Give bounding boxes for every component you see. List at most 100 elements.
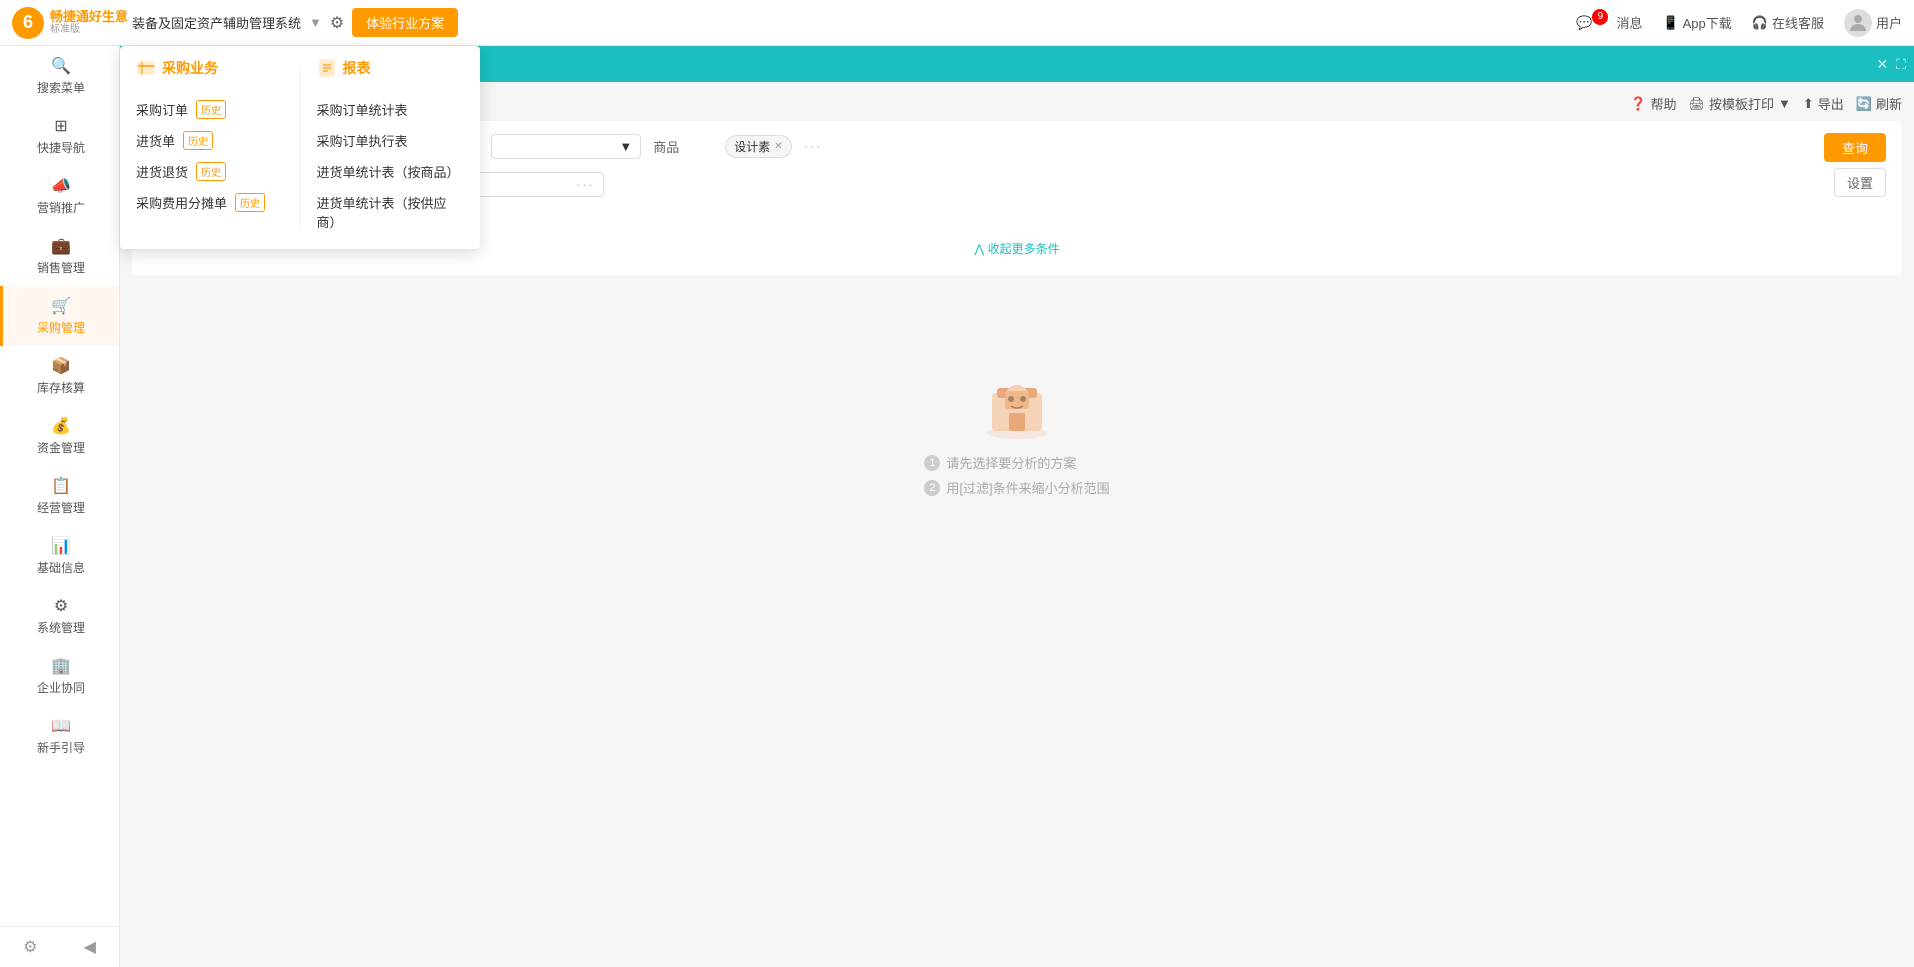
chart-icon: 📊 <box>51 536 71 556</box>
sidebar-label-enterprise: 企业协同 <box>37 679 85 696</box>
sidebar-item-system[interactable]: ⚙ 系统管理 <box>0 586 119 646</box>
sidebar-label-basic: 基础信息 <box>37 559 85 576</box>
sidebar-label-marketing: 营销推广 <box>37 199 85 216</box>
enterprise-icon: 🏢 <box>51 656 71 676</box>
collapse-label: 收起更多条件 <box>988 242 1060 256</box>
megaphone-icon: 📣 <box>51 176 71 196</box>
message-item[interactable]: 💬 9 消息 <box>1576 13 1642 32</box>
dropdown-item-report-2[interactable]: 采购订单执行表 <box>317 125 465 156</box>
collapse-sidebar-icon[interactable]: ◀ <box>84 937 96 957</box>
sidebar-label-search: 搜索菜单 <box>37 79 85 96</box>
purchase-dropdown-menu: 采购业务 采购订单 历史 进货单 历史 进货退货 历史 <box>120 46 480 249</box>
purchase-col-title: 采购业务 <box>162 58 218 78</box>
status-arrow: ▼ <box>619 139 632 154</box>
sidebar-item-sales[interactable]: 💼 销售管理 <box>0 226 119 286</box>
app-download-item[interactable]: 📱 App下载 <box>1662 13 1731 32</box>
sidebar: 🔍 搜索菜单 ⊞ 快捷导航 📣 营销推广 💼 销售管理 🛒 采购管理 📦 库存核… <box>0 46 120 967</box>
message-icon: 💬 <box>1576 15 1592 31</box>
sidebar-item-marketing[interactable]: 📣 营销推广 <box>0 166 119 226</box>
message-badge: 9 <box>1592 9 1608 25</box>
dropdown-columns: 采购业务 采购订单 历史 进货单 历史 进货退货 历史 <box>120 58 480 237</box>
system-icon: ⚙ <box>54 596 68 616</box>
hint2-text: 用[过滤]条件来缩小分析范围 <box>946 478 1109 497</box>
report-1-label: 采购订单统计表 <box>317 100 408 119</box>
empty-state: 1 请先选择要分析的方案 2 用[过滤]条件来缩小分析范围 <box>132 283 1902 577</box>
user-avatar <box>1844 9 1872 37</box>
print-label: 按模板打印 <box>1709 94 1774 113</box>
query-button[interactable]: 查询 <box>1824 133 1886 162</box>
dropdown-item-purchase-receipt[interactable]: 进货单 历史 <box>136 125 284 156</box>
fullscreen-icon[interactable]: ⛶ <box>1896 56 1906 73</box>
sidebar-label-funds: 资金管理 <box>37 439 85 456</box>
sidebar-item-funds[interactable]: 💰 资金管理 <box>0 406 119 466</box>
hint-1: 1 请先选择要分析的方案 <box>924 453 1076 472</box>
sidebar-item-search[interactable]: 🔍 搜索菜单 <box>0 46 119 106</box>
close-window-icon[interactable]: ✕ <box>1876 56 1888 73</box>
content-area: 首页 销售排行榜 ✕ ✕ ⛶ ❓ 帮助 🖨 按模板打印 <box>120 46 1914 967</box>
purchase-header-icon <box>136 58 156 78</box>
main-layout: 🔍 搜索菜单 ⊞ 快捷导航 📣 营销推广 💼 销售管理 🛒 采购管理 📦 库存核… <box>0 46 1914 967</box>
hint-2: 2 用[过滤]条件来缩小分析范围 <box>924 478 1109 497</box>
purchase-return-label: 进货退货 <box>136 162 188 181</box>
dropdown-item-report-1[interactable]: 采购订单统计表 <box>317 94 465 125</box>
sidebar-item-quick[interactable]: ⊞ 快捷导航 <box>0 106 119 166</box>
report-2-label: 采购订单执行表 <box>317 131 408 150</box>
cart-icon: 🛒 <box>51 296 71 316</box>
bottom-settings-icon[interactable]: ⚙ <box>23 937 37 957</box>
goods-tag-value: 设计素 <box>734 138 770 155</box>
message-label: 消息 <box>1616 13 1642 32</box>
hint1-icon: 1 <box>924 455 940 471</box>
purchase-receipt-history-tag: 历史 <box>183 131 213 150</box>
sidebar-item-inventory[interactable]: 📦 库存核算 <box>0 346 119 406</box>
user-label: 用户 <box>1876 13 1902 32</box>
dropdown-item-purchase-expense[interactable]: 采购费用分摊单 历史 <box>136 187 284 218</box>
book-icon: 📖 <box>51 716 71 736</box>
dropdown-item-purchase-order[interactable]: 采购订单 历史 <box>136 94 284 125</box>
refresh-button[interactable]: 🔄 刷新 <box>1856 94 1902 113</box>
headset-icon: 🎧 <box>1752 15 1768 31</box>
sidebar-label-operations: 经营管理 <box>37 499 85 516</box>
filter-actions: 查询 设置 <box>1824 133 1886 197</box>
sidebar-label-purchase: 采购管理 <box>37 319 85 336</box>
briefcase-icon: 💼 <box>51 236 71 256</box>
export-button[interactable]: ⬆ 导出 <box>1803 94 1844 113</box>
sidebar-bottom: ⚙ ◀ <box>0 926 119 967</box>
report-col-header: 报表 <box>317 58 465 84</box>
help-icon: ❓ <box>1630 96 1646 112</box>
salesman-ellipsis: ··· <box>576 177 595 192</box>
sidebar-label-inventory: 库存核算 <box>37 379 85 396</box>
sidebar-item-purchase[interactable]: 🛒 采购管理 <box>0 286 119 346</box>
status-value <box>500 139 543 154</box>
sidebar-item-guide[interactable]: 📖 新手引导 <box>0 706 119 766</box>
purchase-expense-history-tag: 历史 <box>235 193 265 212</box>
help-button[interactable]: ❓ 帮助 <box>1630 94 1676 113</box>
purchase-business-col: 采购业务 采购订单 历史 进货单 历史 进货退货 历史 <box>120 58 300 237</box>
print-button[interactable]: 🖨 按模板打印 ▼ <box>1688 94 1790 113</box>
online-service-item[interactable]: 🎧 在线客服 <box>1752 13 1824 32</box>
report-col-title: 报表 <box>343 58 371 78</box>
purchase-dropdown-overlay: 采购业务 采购订单 历史 进货单 历史 进货退货 历史 <box>120 46 480 249</box>
status-select[interactable]: ▼ <box>491 134 641 159</box>
purchase-order-history-tag: 历史 <box>196 100 226 119</box>
report-header-icon <box>317 58 337 78</box>
goods-ellipsis: ··· <box>804 139 823 154</box>
grid-icon: ⊞ <box>54 116 67 136</box>
dropdown-item-report-3[interactable]: 进货单统计表（按商品） <box>317 156 465 187</box>
sidebar-label-quick: 快捷导航 <box>37 139 85 156</box>
logo-area: 6 畅捷通好生意 标准版 <box>12 7 132 39</box>
sidebar-item-operations[interactable]: 📋 经营管理 <box>0 466 119 526</box>
empty-illustration <box>967 363 1067 443</box>
tab-actions: ✕ ⛶ <box>1876 56 1914 73</box>
hint2-icon: 2 <box>924 480 940 496</box>
user-item[interactable]: 用户 <box>1844 9 1902 37</box>
report-4-label: 进货单统计表（按供应商） <box>317 193 465 231</box>
service-label: 在线客服 <box>1772 13 1824 32</box>
sidebar-item-enterprise[interactable]: 🏢 企业协同 <box>0 646 119 706</box>
sidebar-item-basic[interactable]: 📊 基础信息 <box>0 526 119 586</box>
settings-button[interactable]: 设置 <box>1834 168 1886 197</box>
topbar-right: 💬 9 消息 📱 App下载 🎧 在线客服 用户 <box>1576 9 1902 37</box>
phone-icon: 📱 <box>1662 15 1678 31</box>
dropdown-item-purchase-return[interactable]: 进货退货 历史 <box>136 156 284 187</box>
dropdown-item-report-4[interactable]: 进货单统计表（按供应商） <box>317 187 465 237</box>
goods-tag-close[interactable]: ✕ <box>774 141 782 152</box>
